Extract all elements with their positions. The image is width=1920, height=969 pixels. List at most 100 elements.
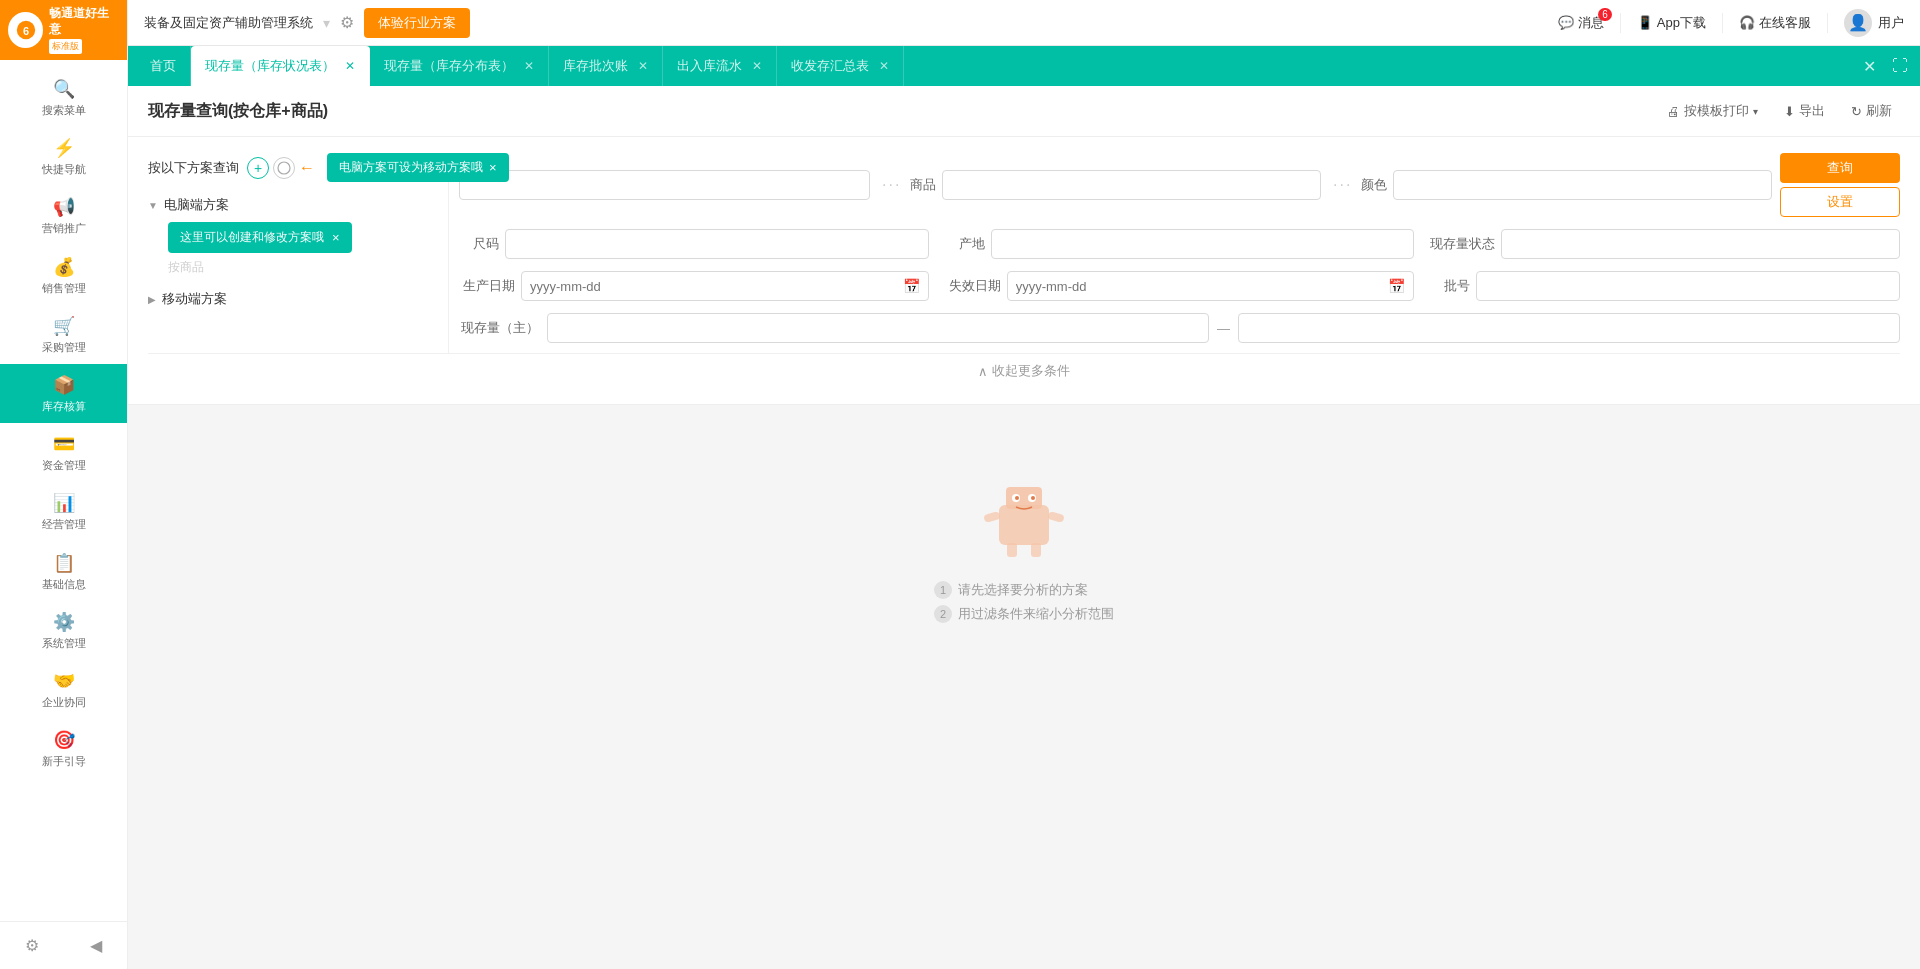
batch-input[interactable]	[1476, 271, 1900, 301]
size-select[interactable]	[505, 229, 929, 259]
tab-maximize-icon[interactable]: ⛶	[1888, 53, 1912, 79]
tab-close-icon[interactable]: ✕	[345, 59, 355, 73]
logo-badge: 标准版	[49, 39, 82, 54]
stock-status-select[interactable]	[1501, 229, 1900, 259]
topbar-app-download[interactable]: 📱 App下载	[1637, 14, 1706, 32]
color-field: 颜色	[1361, 170, 1772, 200]
sidebar-item-search[interactable]: 🔍 搜索菜单	[0, 68, 127, 127]
sidebar-item-quicknav[interactable]: ⚡ 快捷导航	[0, 127, 127, 186]
print-template-btn[interactable]: 🖨 按模板打印 ▾	[1659, 98, 1766, 124]
tab-inventory-status[interactable]: 现存量（库存状况表） ✕	[191, 46, 370, 86]
quicknav-icon: ⚡	[53, 137, 75, 159]
export-btn[interactable]: ⬇ 导出	[1776, 98, 1833, 124]
tab-home[interactable]: 首页	[136, 46, 191, 86]
user-label: 用户	[1878, 14, 1904, 32]
industry-btn[interactable]: 体验行业方案	[364, 8, 470, 38]
calendar-icon1[interactable]: 📅	[903, 278, 920, 294]
prod-date-label: 生产日期	[459, 277, 515, 295]
tooltip1-text: 电脑方案可设为移动方案哦	[339, 159, 483, 176]
topbar-message[interactable]: 💬 消息 6	[1558, 14, 1604, 32]
collapse-sidebar-button[interactable]: ◀	[86, 932, 106, 959]
tab-close-icon[interactable]: ✕	[752, 59, 762, 73]
origin-select[interactable]	[991, 229, 1415, 259]
headset-icon: 🎧	[1739, 15, 1755, 30]
origin-field: 产地	[945, 229, 1415, 259]
collapse-more-btn[interactable]: ∧ 收起更多条件	[148, 353, 1900, 388]
marketing-icon: 📢	[53, 196, 75, 218]
tooltip-scheme-mobile: 电脑方案可设为移动方案哦 ×	[327, 153, 509, 182]
warehouse-input[interactable]	[459, 170, 870, 200]
topbar-user[interactable]: 👤 用户	[1844, 9, 1904, 37]
pc-scheme-toggle[interactable]: ▼ 电脑端方案	[148, 192, 438, 218]
system-icon: ⚙️	[53, 611, 75, 633]
tab-inout-flow[interactable]: 出入库流水 ✕	[663, 46, 777, 86]
topbar-online-service[interactable]: 🎧 在线客服	[1739, 14, 1811, 32]
svg-rect-10	[1047, 511, 1065, 523]
tooltip2-close-btn[interactable]: ×	[332, 231, 340, 244]
goods-field: 商品	[910, 170, 1321, 200]
calendar-icon2[interactable]: 📅	[1388, 278, 1405, 294]
sidebar-item-inventory[interactable]: 📦 库存核算	[0, 364, 127, 423]
filter-row-1: ··· 商品 ··· 颜色	[459, 153, 1900, 217]
sidebar-item-finance[interactable]: 💳 资金管理	[0, 423, 127, 482]
message-icon: 💬	[1558, 15, 1574, 30]
pc-scheme-arrow: ▼	[148, 200, 158, 211]
sidebar-item-basic[interactable]: 📋 基础信息	[0, 542, 127, 601]
sidebar-item-system[interactable]: ⚙️ 系统管理	[0, 601, 127, 660]
prod-date-input[interactable]	[530, 279, 903, 294]
pc-scheme-label: 电脑端方案	[164, 196, 229, 214]
goods-input[interactable]	[942, 170, 1321, 200]
svg-point-8	[1031, 496, 1035, 500]
color-select[interactable]	[1393, 170, 1772, 200]
user-avatar: 👤	[1844, 9, 1872, 37]
sidebar-item-label: 新手引导	[42, 755, 86, 768]
warehouse-dots[interactable]: ···	[878, 176, 902, 194]
svg-rect-4	[1006, 487, 1042, 509]
stock-min-input[interactable]	[547, 313, 1209, 343]
sidebar-item-enterprise[interactable]: 🤝 企业协同	[0, 660, 127, 719]
search-buttons: 查询 设置	[1780, 153, 1900, 217]
tab-receive-summary[interactable]: 收发存汇总表 ✕	[777, 46, 904, 86]
edit-scheme-btn[interactable]	[273, 157, 295, 179]
sidebar-item-guide[interactable]: 🎯 新手引导	[0, 719, 127, 778]
tab-close-icon[interactable]: ✕	[524, 59, 534, 73]
expire-date-input[interactable]	[1016, 279, 1389, 294]
goods-label: 商品	[910, 176, 936, 194]
add-scheme-btn[interactable]: +	[247, 157, 269, 179]
batch-label: 批号	[1430, 277, 1470, 295]
divider1	[1620, 13, 1621, 33]
tab-batch-account[interactable]: 库存批次账 ✕	[549, 46, 663, 86]
settings-button[interactable]: ⚙	[21, 932, 43, 959]
refresh-btn[interactable]: ↻ 刷新	[1843, 98, 1900, 124]
tab-close-icon[interactable]: ✕	[638, 59, 648, 73]
enterprise-icon: 🤝	[53, 670, 75, 692]
set-btn[interactable]: 设置	[1780, 187, 1900, 217]
sidebar-item-purchase[interactable]: 🛒 采购管理	[0, 305, 127, 364]
tab-close-icon[interactable]: ✕	[879, 59, 889, 73]
tab-close-all-icon[interactable]: ✕	[1859, 53, 1880, 80]
filter-row-3: 生产日期 📅 失效日期 📅	[459, 271, 1900, 301]
search-btn[interactable]: 查询	[1780, 153, 1900, 183]
step2-num: 2	[934, 605, 952, 623]
tooltip1-close-btn[interactable]: ×	[489, 160, 497, 175]
stock-max-input[interactable]	[1238, 313, 1900, 343]
svg-rect-9	[983, 511, 1001, 523]
topbar-settings-icon[interactable]: ⚙	[340, 13, 354, 32]
filter-label: 按以下方案查询	[148, 159, 239, 177]
sidebar-item-sales[interactable]: 💰 销售管理	[0, 246, 127, 305]
goods-dots[interactable]: ···	[1329, 176, 1353, 194]
sidebar-item-marketing[interactable]: 📢 营销推广	[0, 186, 127, 245]
origin-label: 产地	[945, 235, 985, 253]
sidebar-item-operations[interactable]: 📊 经营管理	[0, 482, 127, 541]
expire-date-field: 失效日期 📅	[945, 271, 1415, 301]
system-dropdown-icon[interactable]: ▾	[323, 15, 330, 31]
print-dropdown-icon: ▾	[1753, 106, 1758, 117]
sidebar: 6 畅通道好生意 标准版 🔍 搜索菜单 ⚡ 快捷导航 📢 营销推广 💰 销售管理…	[0, 0, 128, 969]
arrow-left-btn[interactable]: ←	[299, 159, 315, 177]
tab-inventory-dist[interactable]: 现存量（库存分布表） ✕	[370, 46, 549, 86]
sidebar-logo: 6 畅通道好生意 标准版	[0, 0, 127, 60]
refresh-icon: ↻	[1851, 104, 1862, 119]
printer-icon: 🖨	[1667, 104, 1680, 119]
tooltip2-text: 这里可以创建和修改方案哦	[180, 229, 324, 246]
mobile-scheme-toggle[interactable]: ▶ 移动端方案	[148, 286, 438, 312]
